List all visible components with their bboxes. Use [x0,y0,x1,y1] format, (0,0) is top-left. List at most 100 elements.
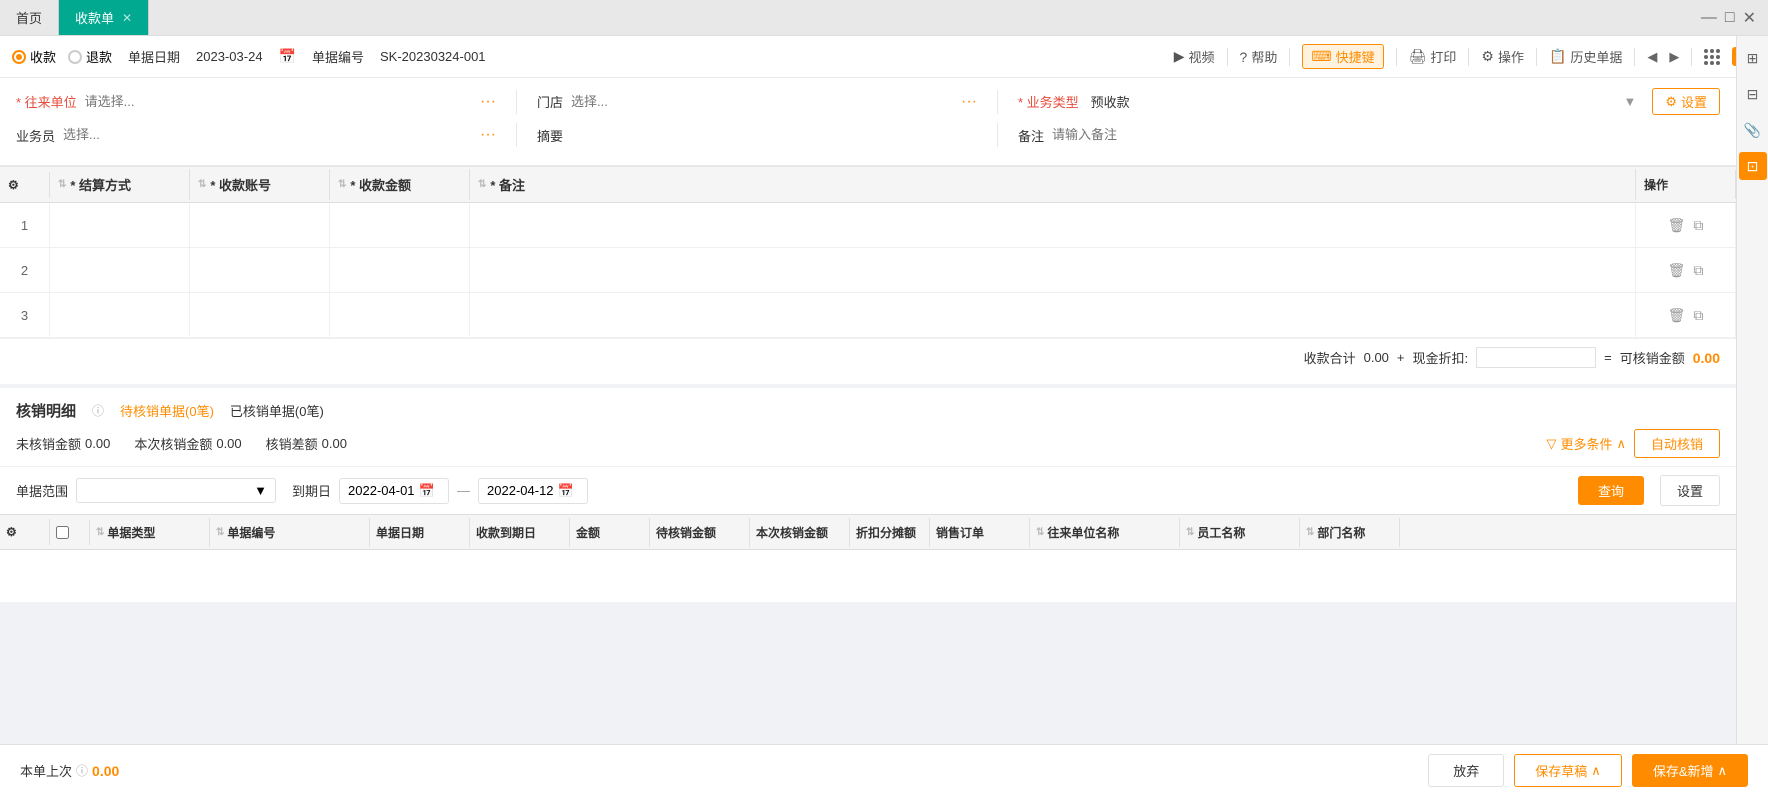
save-new-btn[interactable]: 保存&新增 ∧ [1632,754,1748,787]
save-new-label: 保存&新增 [1653,761,1714,780]
btcol-bill-date: 单据日期 [370,518,470,547]
shop-input[interactable] [567,92,957,112]
tab-done[interactable]: 已核销单据(0笔) [230,401,324,420]
diff-value: 0.00 [322,436,347,451]
remark-input[interactable] [1048,125,1720,145]
row3-delete-icon[interactable]: 🗑 [1668,307,1686,324]
more-conditions-btn[interactable]: ▽ 更多条件 ∧ [1546,434,1626,453]
main-content: * 往来单位 ··· 门店 ··· * 业务类型 预收款 ▼ ⚙ 设置 [0,78,1736,602]
tab-pending[interactable]: 待核销单据(0笔) [120,401,214,420]
btcol-settings[interactable]: ⚙ [0,519,50,545]
from-unit-label: * 往来单位 [16,92,77,111]
row1-settlement[interactable] [50,203,190,247]
operation-label: 操作 [1498,47,1524,66]
row1-copy-icon[interactable]: ⧉ [1693,217,1703,234]
save-draft-btn[interactable]: 保存草稿 ∧ [1514,754,1622,787]
nav-prev-icon[interactable]: ◀ [1647,49,1657,65]
date-from-input[interactable]: 2022-04-01 📅 [339,478,449,504]
history-icon: 📋 [1549,48,1566,65]
from-unit-input[interactable] [81,92,476,112]
row2-remark[interactable] [470,248,1636,292]
row-num-2: 2 [0,248,50,292]
row3-actions: 🗑 ⧉ [1636,293,1736,337]
col-settings[interactable]: ⚙ [0,172,50,198]
discount-label: 现金折扣: [1413,348,1469,367]
biz-type-value: 预收款 [1083,90,1624,113]
calendar-from-icon[interactable]: 📅 [419,483,435,499]
table-row: 3 🗑 ⧉ [0,293,1736,338]
close-btn[interactable]: ✕ [1743,8,1756,28]
sidebar-table-icon[interactable]: ⊞ [1739,44,1767,72]
row3-amount[interactable] [330,293,470,337]
settings-btn-top[interactable]: ⚙ 设置 [1652,88,1720,115]
row1-amount[interactable] [330,203,470,247]
history-btn[interactable]: 📋 历史单据 [1549,47,1622,66]
from-unit-ellipsis[interactable]: ··· [480,93,496,111]
row2-account[interactable] [190,248,330,292]
minimize-btn[interactable]: — [1701,9,1717,27]
operation-btn[interactable]: ⚙ 操作 [1481,47,1524,66]
calendar-icon[interactable]: 📅 [279,48,296,65]
summary-input[interactable] [567,125,977,145]
sidebar-scan-icon[interactable]: ⊡ [1739,152,1767,180]
verify-info-icon[interactable]: ⓘ [92,402,104,419]
col-remark: ⇅ * 备注 [470,169,1636,200]
shop-ellipsis[interactable]: ··· [961,93,977,111]
tab-receipt[interactable]: 收款单 ✕ [59,0,149,35]
row3-remark[interactable] [470,293,1636,337]
salesperson-input[interactable] [59,125,476,145]
sidebar-print-icon[interactable]: ⊟ [1739,80,1767,108]
form-row-2: 业务员 ··· 摘要 备注 [16,123,1720,147]
row2-delete-icon[interactable]: 🗑 [1668,262,1686,279]
row1-delete-icon[interactable]: 🗑 [1668,217,1686,234]
chevron-up-icon: ∧ [1616,436,1626,452]
query-btn[interactable]: 查询 [1578,476,1644,505]
sidebar-clip-icon[interactable]: 📎 [1739,116,1767,144]
bottom-info-icon[interactable]: ⓘ [76,762,88,779]
row2-copy-icon[interactable]: ⧉ [1693,262,1703,279]
btcol-bill-type: ⇅单据类型 [90,518,210,547]
from-unit-field: * 往来单位 ··· [16,92,496,112]
row3-account[interactable] [190,293,330,337]
date-to-input[interactable]: 2022-04-12 📅 [478,478,588,504]
tab-home[interactable]: 首页 [0,0,59,35]
row1-remark[interactable] [470,203,1636,247]
row1-account[interactable] [190,203,330,247]
bottom-stat-value: 0.00 [92,763,119,779]
salesperson-ellipsis[interactable]: ··· [480,126,496,144]
filter-settings-btn[interactable]: 设置 [1660,475,1720,506]
btcol-current: 本次核销金额 [750,518,850,547]
row3-copy-icon[interactable]: ⧉ [1693,307,1703,324]
select-all-checkbox[interactable] [56,526,69,539]
maximize-btn[interactable]: □ [1725,9,1735,27]
print-icon: 🖨 [1409,48,1427,65]
grid-icon[interactable] [1704,49,1720,65]
divider1 [1227,48,1228,66]
btcol-checkbox[interactable] [50,520,90,545]
col-amount: ⇅ * 收款金额 [330,169,470,200]
col-account: ⇅ * 收款账号 [190,169,330,200]
help-btn[interactable]: ? 帮助 [1240,47,1278,66]
nav-next-icon[interactable]: ▶ [1669,49,1679,65]
remark-field: 备注 [1018,125,1720,145]
biz-type-dropdown-icon[interactable]: ▼ [1623,94,1636,109]
current-label: 本次核销金额 [134,434,212,453]
print-btn[interactable]: 🖨 打印 [1409,47,1457,66]
radio-receipt[interactable]: 收款 [12,47,56,66]
shop-label: 门店 [537,92,563,111]
abandon-btn[interactable]: 放弃 [1428,754,1504,787]
divider6 [1634,48,1635,66]
bill-range-select[interactable]: ▼ [76,478,276,503]
tab-close-icon[interactable]: ✕ [122,11,132,25]
discount-input[interactable] [1476,347,1596,368]
video-btn[interactable]: ▶ 视频 [1174,47,1215,66]
row2-settlement[interactable] [50,248,190,292]
bill-date-label: 单据日期 [128,47,180,66]
auto-verify-btn[interactable]: 自动核销 [1634,429,1720,458]
btcol-employee: ⇅员工名称 [1180,518,1300,547]
row3-settlement[interactable] [50,293,190,337]
radio-refund[interactable]: 退款 [68,47,112,66]
row2-amount[interactable] [330,248,470,292]
shortcut-btn[interactable]: ⌨ 快捷键 [1302,44,1383,69]
calendar-to-icon[interactable]: 📅 [558,483,574,499]
